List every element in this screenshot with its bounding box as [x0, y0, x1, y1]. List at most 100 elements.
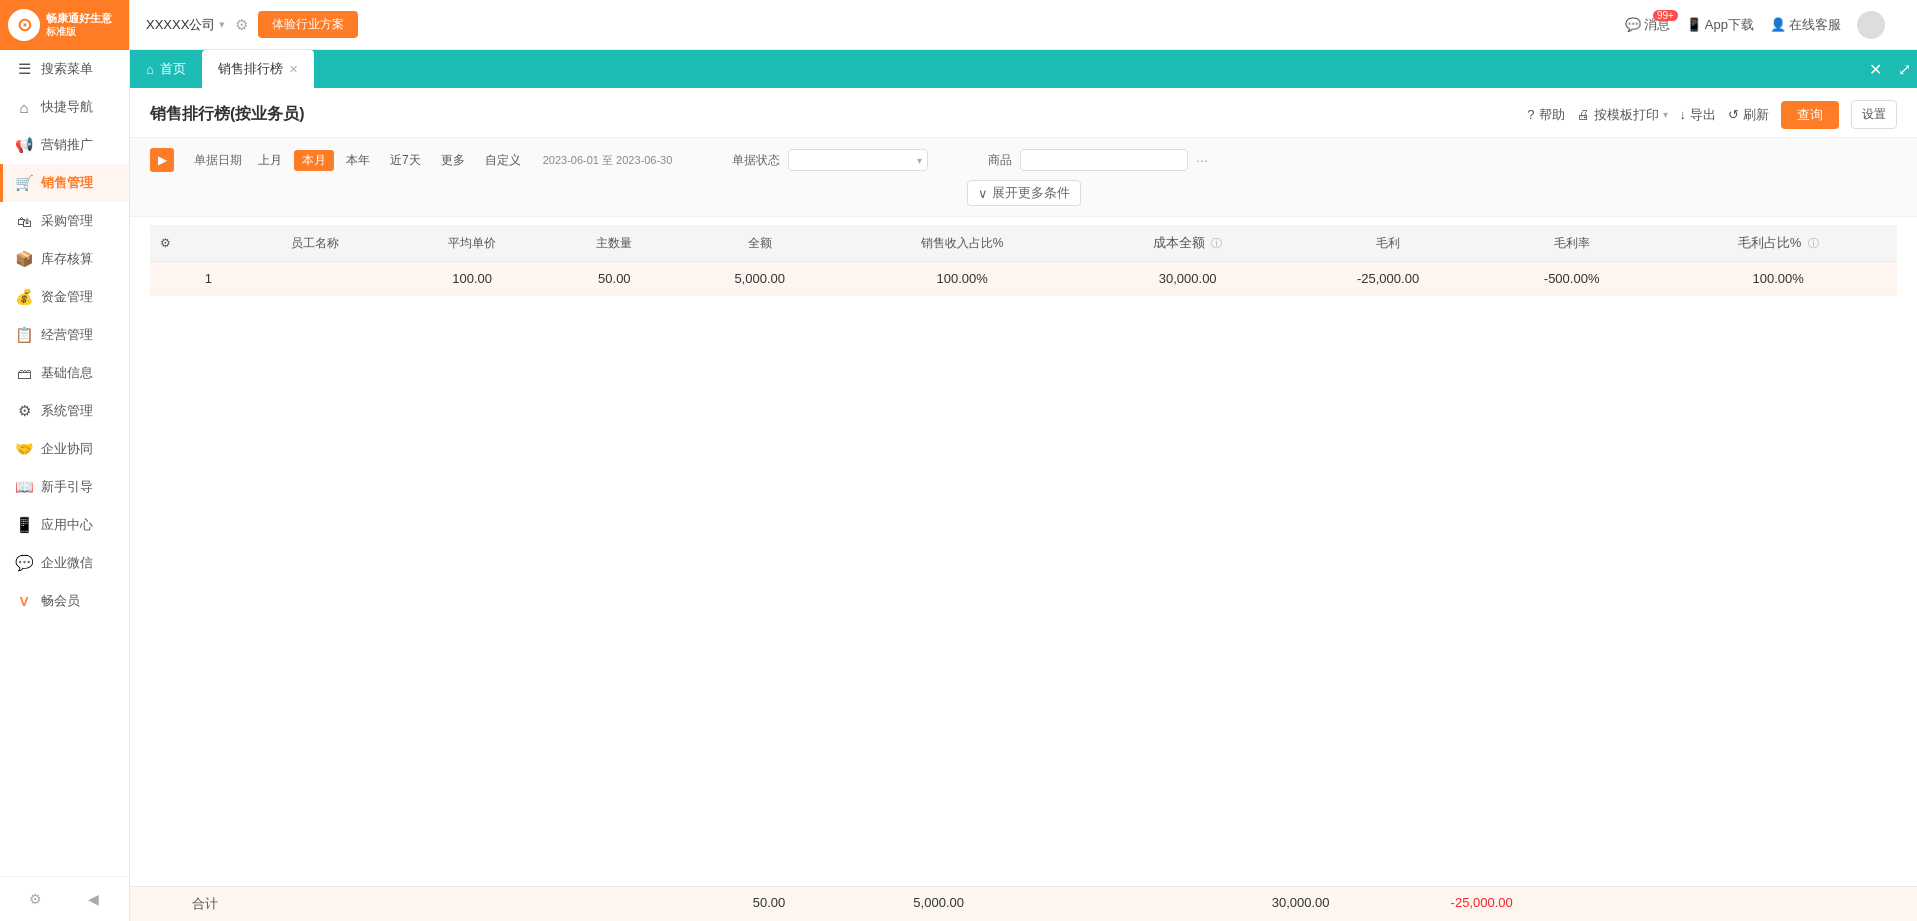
home-icon: ⌂	[146, 62, 154, 77]
page-title: 销售排行榜(按业务员)	[150, 104, 305, 125]
message-icon: 💬	[1625, 17, 1641, 32]
tab-close-btn[interactable]: ✕	[289, 63, 298, 76]
table-body: 1 100.00 50.00 5,000.00 100.00% 30,000.0…	[150, 262, 1897, 296]
template-print-btn[interactable]: 🖨 按模板打印 ▾	[1577, 106, 1668, 124]
settings-btn[interactable]: 设置	[1851, 100, 1897, 129]
app-download-btn[interactable]: 📱 App下载	[1686, 16, 1754, 34]
sidebar-item-search-order[interactable]: ☰ 搜索菜单	[0, 50, 129, 88]
operation-icon: 📋	[15, 326, 33, 344]
app-icon: 📱	[1686, 17, 1702, 32]
date-tab-custom[interactable]: 自定义	[477, 150, 529, 171]
col-settings[interactable]: ⚙	[150, 225, 180, 262]
purchase-icon: 🛍	[15, 213, 33, 230]
sidebar-item-basic-info[interactable]: 🗃 基础信息	[0, 354, 129, 392]
sidebar-item-quick-nav[interactable]: ⌂ 快捷导航	[0, 88, 129, 126]
col-gross-rate: 毛利率	[1484, 225, 1660, 262]
topbar-right: 💬 消息 99+ 📱 App下载 👤 在线客服	[1625, 11, 1901, 39]
expand-conditions-btn[interactable]: ∨ 展开更多条件	[967, 180, 1081, 206]
col-qty: 主数量	[551, 225, 678, 262]
date-tab-more[interactable]: 更多	[433, 150, 473, 171]
sidebar-bottom: ⚙ ◀	[0, 876, 129, 921]
query-btn[interactable]: 查询	[1781, 101, 1839, 129]
tab-sales-rank[interactable]: 销售排行榜 ✕	[202, 50, 314, 88]
page: 销售排行榜(按业务员) ? 帮助 🖨 按模板打印 ▾ ↓ 导出 ↺ 刷新	[130, 88, 1917, 921]
avatar[interactable]	[1857, 11, 1885, 39]
status-select-wrap	[788, 149, 928, 171]
sidebar-item-system[interactable]: ⚙ 系统管理	[0, 392, 129, 430]
filter-bar: ▶ 单据日期 上月 本月 本年 近7天 更多 自定义 2023-06-01 至 …	[130, 138, 1917, 217]
sidebar-item-app-center[interactable]: 📱 应用中心	[0, 506, 129, 544]
quick-nav-icon: ⌂	[15, 99, 33, 116]
finance-icon: 💰	[15, 288, 33, 306]
status-select[interactable]	[788, 149, 928, 171]
enterprise-collab-icon: 🤝	[15, 440, 33, 458]
print-chevron-icon: ▾	[1663, 109, 1668, 120]
footer-amount: 5,000.00	[848, 895, 1029, 913]
app-center-icon: 📱	[15, 516, 33, 534]
col-avg-price: 平均单价	[394, 225, 551, 262]
table-row: 1 100.00 50.00 5,000.00 100.00% 30,000.0…	[150, 262, 1897, 296]
footer-cost: 30,000.00	[1210, 895, 1391, 913]
search-order-icon: ☰	[15, 60, 33, 78]
online-service-btn[interactable]: 👤 在线客服	[1770, 16, 1841, 34]
date-tab-current-year[interactable]: 本年	[338, 150, 378, 171]
filter-toggle-btn[interactable]: ▶	[150, 148, 174, 172]
sidebar-item-purchase[interactable]: 🛍 采购管理	[0, 202, 129, 240]
sidebar-item-enterprise-collab[interactable]: 🤝 企业协同	[0, 430, 129, 468]
goods-input[interactable]	[1020, 149, 1188, 171]
expand-icon: ∨	[978, 186, 988, 201]
tabbar-expand-btn[interactable]: ⤢	[1892, 60, 1917, 79]
refresh-btn[interactable]: ↺ 刷新	[1728, 106, 1769, 124]
cell-name	[237, 262, 394, 296]
trial-btn[interactable]: 体验行业方案	[258, 11, 358, 38]
company-selector[interactable]: XXXXX公司 ▾	[146, 16, 225, 34]
cell-sales-pct: 100.00%	[841, 262, 1083, 296]
table-wrap: ⚙ 员工名称 平均单价 主数量 全额 销售收入占比% 成本全额 ⓘ 毛利 毛利率	[130, 217, 1917, 886]
filter-toggle-icon: ▶	[158, 153, 167, 167]
sidebar-settings-btn[interactable]: ⚙	[8, 885, 63, 913]
date-range-text: 2023-06-01 至 2023-06-30	[543, 153, 673, 168]
cell-avg-price: 100.00	[394, 262, 551, 296]
sidebar-item-inventory[interactable]: 📦 库存核算	[0, 240, 129, 278]
date-tabs: 上月 本月 本年 近7天 更多 自定义	[250, 150, 529, 171]
basic-info-icon: 🗃	[15, 365, 33, 382]
footer-gross: -25,000.00	[1391, 895, 1572, 913]
sidebar-item-enterprise-wechat[interactable]: 💬 企业微信	[0, 544, 129, 582]
tabbar-close-btn[interactable]: ✕	[1859, 60, 1892, 79]
col-cost: 成本全额 ⓘ	[1083, 225, 1292, 262]
table-header-row: ⚙ 员工名称 平均单价 主数量 全额 销售收入占比% 成本全额 ⓘ 毛利 毛利率	[150, 225, 1897, 262]
export-btn[interactable]: ↓ 导出	[1680, 106, 1717, 124]
help-icon: ?	[1527, 107, 1534, 122]
cell-rank: 1	[180, 262, 237, 296]
date-tab-current-month[interactable]: 本月	[294, 150, 334, 171]
goods-label: 商品	[988, 152, 1012, 169]
status-label: 单据状态	[732, 152, 780, 169]
sidebar-item-marketing[interactable]: 📢 营销推广	[0, 126, 129, 164]
gross-pct-help-icon[interactable]: ⓘ	[1808, 237, 1819, 249]
date-tab-last-month[interactable]: 上月	[250, 150, 290, 171]
cell-cost: 30,000.00	[1083, 262, 1292, 296]
member-icon: V	[15, 594, 33, 609]
sidebar-item-member[interactable]: V 畅会员	[0, 582, 129, 620]
sidebar-item-guide[interactable]: 📖 新手引导	[0, 468, 129, 506]
message-btn[interactable]: 💬 消息 99+	[1625, 16, 1670, 34]
footer-gross-rate	[1572, 895, 1730, 913]
cost-help-icon[interactable]: ⓘ	[1211, 237, 1222, 249]
tab-home[interactable]: ⌂ 首页	[130, 50, 202, 88]
sidebar-item-operation[interactable]: 📋 经营管理	[0, 316, 129, 354]
enterprise-wechat-icon: 💬	[15, 554, 33, 572]
footer-gross-pct	[1731, 895, 1889, 913]
sidebar-collapse-btn[interactable]: ◀	[67, 885, 122, 913]
footer-label: 合计	[192, 895, 305, 913]
cell-gross: -25,000.00	[1292, 262, 1484, 296]
sidebar-item-finance[interactable]: 💰 资金管理	[0, 278, 129, 316]
expand-row: ∨ 展开更多条件	[150, 180, 1897, 206]
date-tab-last-7-days[interactable]: 近7天	[382, 150, 429, 171]
company-chevron-icon: ▾	[219, 18, 225, 31]
refresh-icon: ↺	[1728, 107, 1739, 122]
logo-text: 畅康通好生意 标准版	[46, 11, 112, 39]
goods-more-btn[interactable]: ···	[1196, 152, 1208, 168]
help-btn[interactable]: ? 帮助	[1527, 106, 1564, 124]
sidebar-item-sales[interactable]: 🛒 销售管理	[0, 164, 129, 202]
topbar-settings-btn[interactable]: ⚙	[235, 16, 248, 34]
